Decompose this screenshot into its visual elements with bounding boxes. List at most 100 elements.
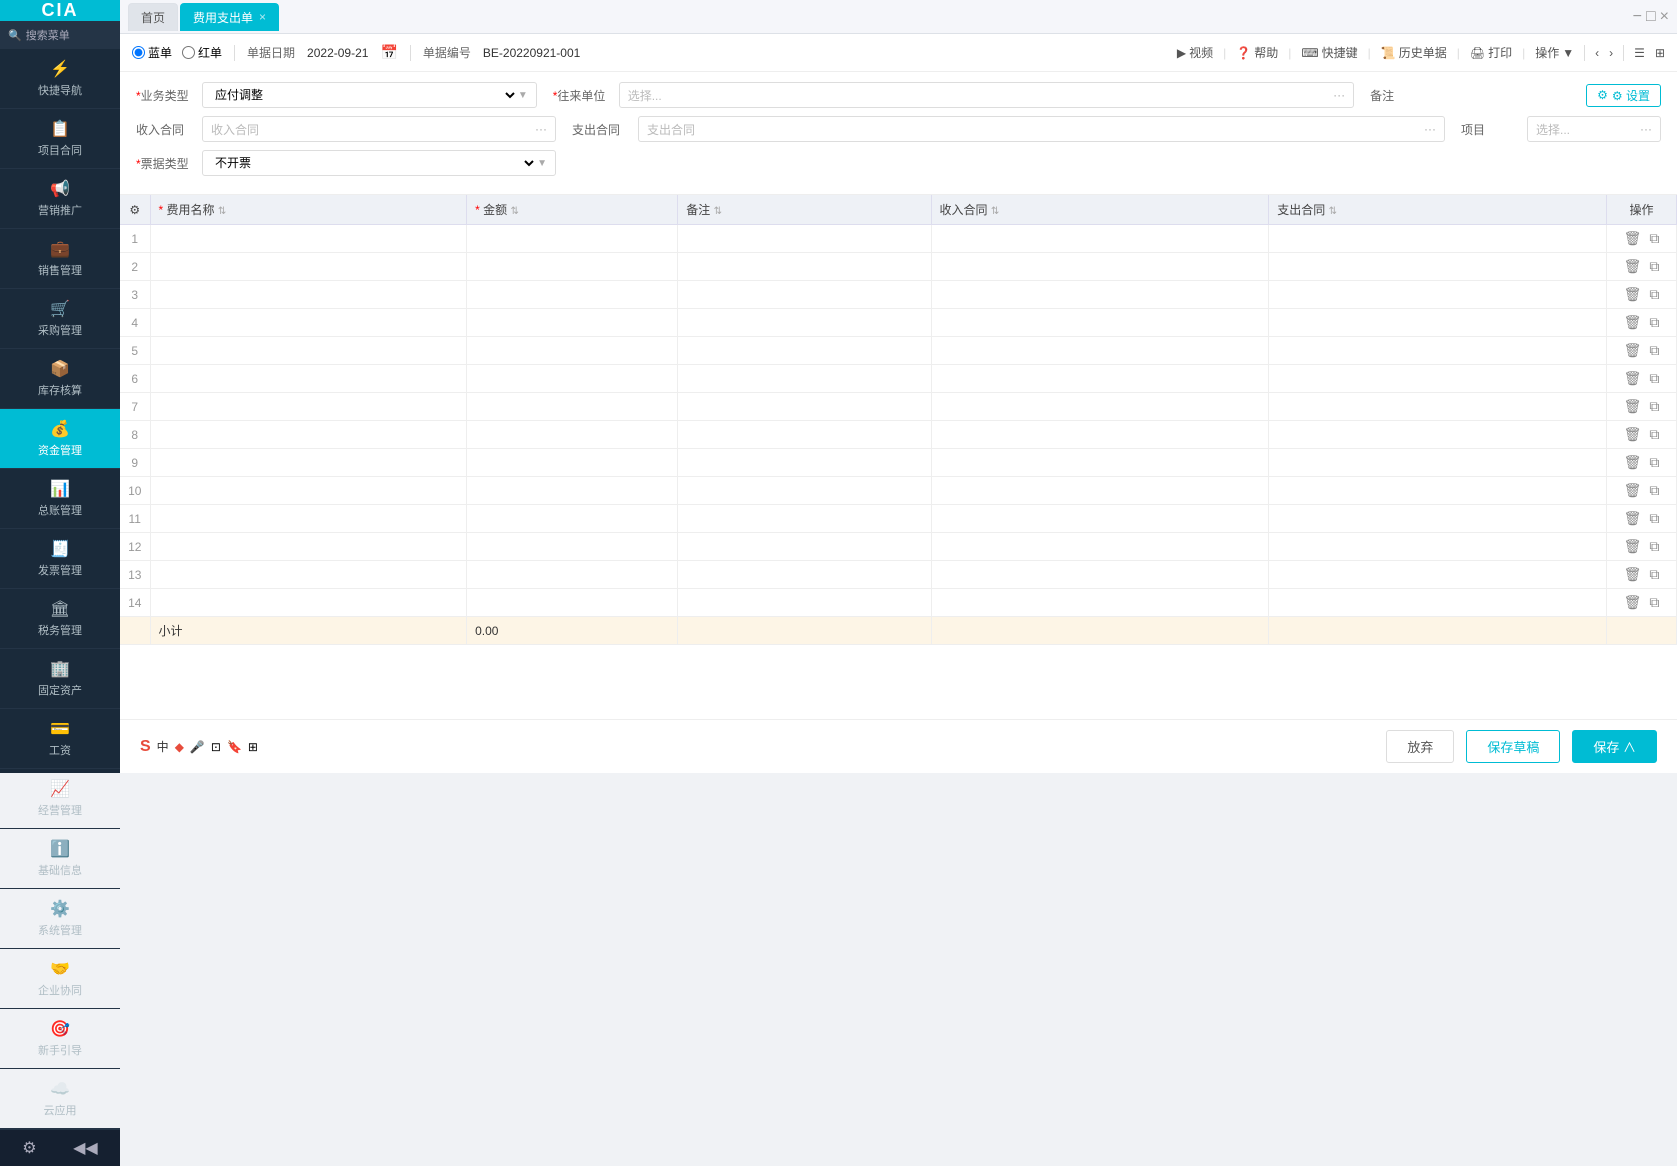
- row-remark[interactable]: [678, 253, 931, 281]
- row-income-contract[interactable]: [931, 561, 1269, 589]
- income-contract-input[interactable]: 收入合同 ···: [202, 116, 556, 142]
- row-copy-btn[interactable]: ⧉: [1647, 370, 1661, 387]
- radio-blue[interactable]: [132, 46, 145, 59]
- settings-button[interactable]: ⚙ ⚙ 设置: [1586, 84, 1661, 107]
- row-remark[interactable]: [678, 561, 931, 589]
- row-expense-name[interactable]: [150, 281, 467, 309]
- row-expense-contract[interactable]: [1269, 449, 1607, 477]
- sidebar-item-tax[interactable]: 🏛 税务管理: [0, 589, 120, 649]
- discard-button[interactable]: 放弃: [1386, 730, 1454, 763]
- settings-icon[interactable]: ⚙: [22, 1138, 36, 1158]
- tab-close-icon[interactable]: ×: [259, 10, 266, 24]
- sidebar-item-system[interactable]: ⚙️ 系统管理: [0, 889, 120, 949]
- row-expense-name[interactable]: [150, 393, 467, 421]
- row-expense-name[interactable]: [150, 589, 467, 617]
- row-delete-btn[interactable]: 🗑: [1622, 258, 1644, 275]
- row-delete-btn[interactable]: 🗑: [1622, 566, 1644, 583]
- win-close-btn[interactable]: ×: [1660, 8, 1669, 26]
- row-income-contract[interactable]: [931, 589, 1269, 617]
- row-copy-btn[interactable]: ⧉: [1647, 454, 1661, 471]
- invoice-type-input[interactable]: 不开票 ▼: [202, 150, 556, 176]
- row-expense-contract[interactable]: [1269, 477, 1607, 505]
- tab-home[interactable]: 首页: [128, 3, 178, 31]
- row-income-contract[interactable]: [931, 253, 1269, 281]
- row-delete-btn[interactable]: 🗑: [1622, 510, 1644, 527]
- col-expense-contract[interactable]: 支出合同 ⇅: [1269, 195, 1607, 225]
- row-expense-name[interactable]: [150, 421, 467, 449]
- row-expense-contract[interactable]: [1269, 589, 1607, 617]
- row-income-contract[interactable]: [931, 533, 1269, 561]
- row-remark[interactable]: [678, 281, 931, 309]
- radio-red-label[interactable]: 红单: [182, 44, 222, 61]
- sidebar-item-purchase[interactable]: 🛒 采购管理: [0, 289, 120, 349]
- operation-btn[interactable]: 操作 ▼: [1535, 44, 1574, 61]
- sidebar-item-capital[interactable]: 💰 资金管理: [0, 409, 120, 469]
- row-delete-btn[interactable]: 🗑: [1622, 454, 1644, 471]
- row-delete-btn[interactable]: 🗑: [1622, 398, 1644, 415]
- row-delete-btn[interactable]: 🗑: [1622, 482, 1644, 499]
- row-expense-name[interactable]: [150, 505, 467, 533]
- row-remark[interactable]: [678, 365, 931, 393]
- row-amount[interactable]: [467, 589, 678, 617]
- help-btn[interactable]: ❓ 帮助: [1236, 44, 1278, 61]
- row-expense-contract[interactable]: [1269, 561, 1607, 589]
- counterpart-input[interactable]: 选择... ···: [619, 82, 1354, 108]
- row-remark[interactable]: [678, 505, 931, 533]
- sidebar-item-invoice[interactable]: 🧾 发票管理: [0, 529, 120, 589]
- row-remark[interactable]: [678, 337, 931, 365]
- sidebar-item-payroll[interactable]: 💳 工资: [0, 709, 120, 769]
- row-expense-name[interactable]: [150, 337, 467, 365]
- sidebar-item-inventory[interactable]: 📦 库存核算: [0, 349, 120, 409]
- row-remark[interactable]: [678, 225, 931, 253]
- row-copy-btn[interactable]: ⧉: [1647, 314, 1661, 331]
- row-amount[interactable]: [467, 281, 678, 309]
- row-expense-contract[interactable]: [1269, 365, 1607, 393]
- shortcut-btn[interactable]: ⌨ 快捷键: [1301, 44, 1357, 61]
- radio-red[interactable]: [182, 46, 195, 59]
- view-list-btn[interactable]: ☰: [1634, 46, 1645, 60]
- row-expense-name[interactable]: [150, 449, 467, 477]
- row-amount[interactable]: [467, 393, 678, 421]
- row-remark[interactable]: [678, 477, 931, 505]
- row-income-contract[interactable]: [931, 337, 1269, 365]
- sidebar-item-project-contract[interactable]: 📋 项目合同: [0, 109, 120, 169]
- video-btn[interactable]: ▶ 视频: [1177, 44, 1213, 61]
- row-income-contract[interactable]: [931, 393, 1269, 421]
- row-delete-btn[interactable]: 🗑: [1622, 426, 1644, 443]
- row-copy-btn[interactable]: ⧉: [1647, 258, 1661, 275]
- row-income-contract[interactable]: [931, 505, 1269, 533]
- row-copy-btn[interactable]: ⧉: [1647, 426, 1661, 443]
- col-remark[interactable]: 备注 ⇅: [678, 195, 931, 225]
- row-expense-contract[interactable]: [1269, 281, 1607, 309]
- row-expense-name[interactable]: [150, 533, 467, 561]
- sidebar-item-coop[interactable]: 🤝 企业协同: [0, 949, 120, 1009]
- row-delete-btn[interactable]: 🗑: [1622, 314, 1644, 331]
- row-expense-contract[interactable]: [1269, 225, 1607, 253]
- calendar-icon[interactable]: 📅: [380, 44, 397, 61]
- row-delete-btn[interactable]: 🗑: [1622, 538, 1644, 555]
- row-amount[interactable]: [467, 309, 678, 337]
- expense-contract-input[interactable]: 支出合同 ···: [638, 116, 1445, 142]
- row-copy-btn[interactable]: ⧉: [1647, 398, 1661, 415]
- row-remark[interactable]: [678, 533, 931, 561]
- sidebar-item-ops[interactable]: 📈 经营管理: [0, 769, 120, 829]
- save-button[interactable]: 保存 ∧: [1572, 730, 1657, 763]
- col-settings[interactable]: ⚙: [120, 195, 150, 225]
- row-amount[interactable]: [467, 449, 678, 477]
- row-expense-contract[interactable]: [1269, 421, 1607, 449]
- sidebar-item-cloud[interactable]: ☁️ 云应用: [0, 1069, 120, 1129]
- row-income-contract[interactable]: [931, 365, 1269, 393]
- invoice-type-select[interactable]: 不开票: [211, 155, 537, 171]
- row-expense-contract[interactable]: [1269, 253, 1607, 281]
- row-income-contract[interactable]: [931, 225, 1269, 253]
- sidebar-item-shortcut[interactable]: ⚡ 快捷导航: [0, 49, 120, 109]
- row-amount[interactable]: [467, 225, 678, 253]
- row-expense-name[interactable]: [150, 365, 467, 393]
- row-expense-contract[interactable]: [1269, 393, 1607, 421]
- project-input[interactable]: 选择... ···: [1527, 116, 1661, 142]
- nav-prev-btn[interactable]: ‹: [1595, 46, 1599, 60]
- sidebar-item-assets[interactable]: 🏢 固定资产: [0, 649, 120, 709]
- row-expense-contract[interactable]: [1269, 309, 1607, 337]
- view-grid-btn[interactable]: ⊞: [1655, 46, 1665, 60]
- row-remark[interactable]: [678, 589, 931, 617]
